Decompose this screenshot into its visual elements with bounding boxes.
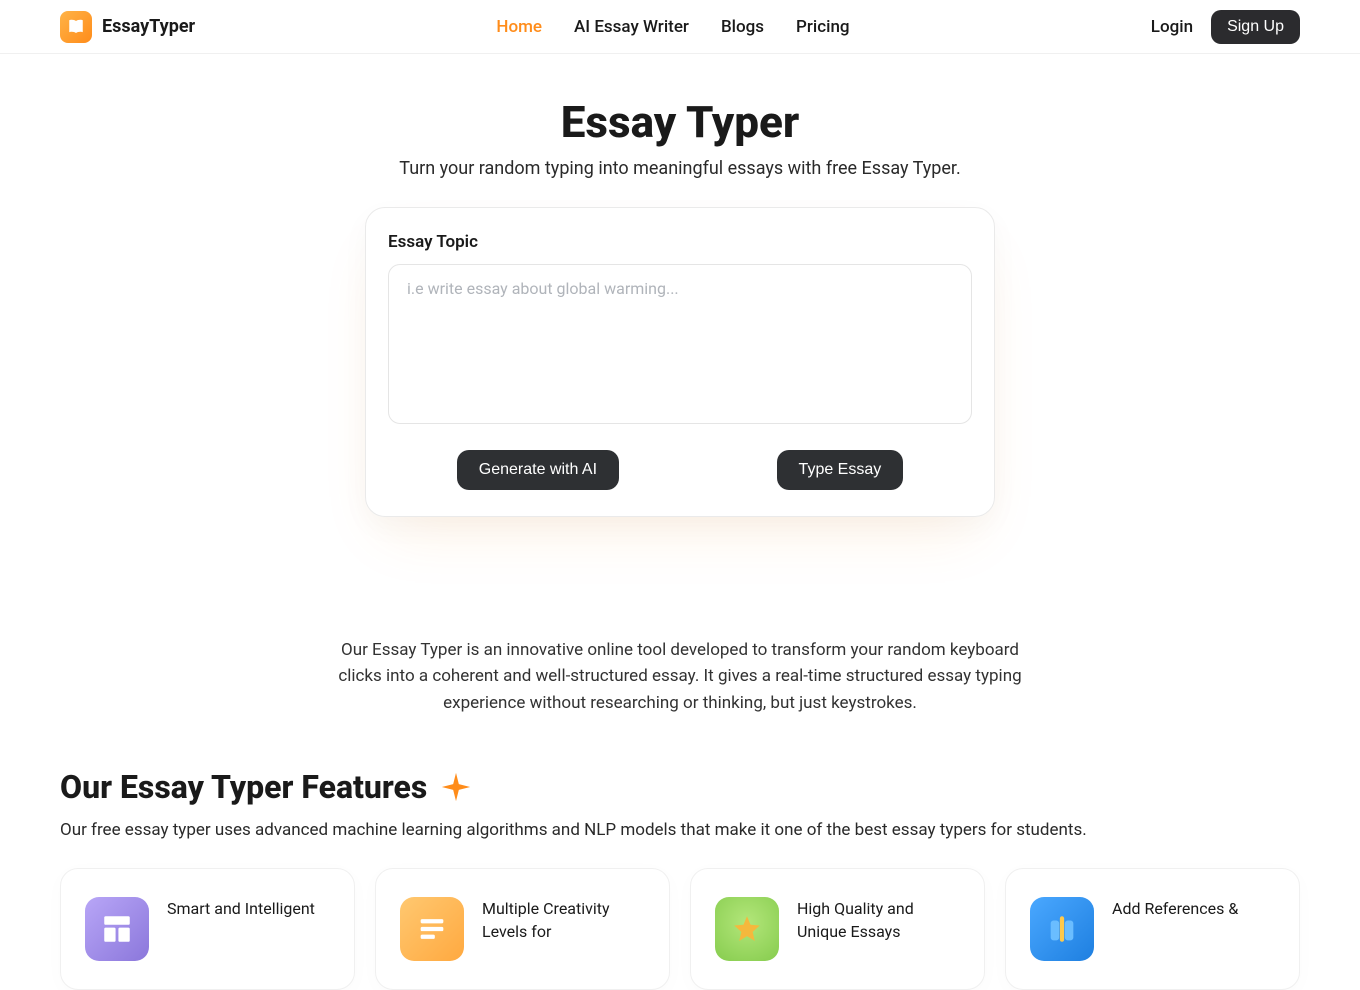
nav-ai-essay-writer[interactable]: AI Essay Writer: [574, 17, 689, 37]
page-title: Essay Typer: [0, 96, 1360, 148]
signup-button[interactable]: Sign Up: [1211, 10, 1300, 44]
primary-nav: Home AI Essay Writer Blogs Pricing: [496, 17, 849, 37]
list-icon: [400, 897, 464, 961]
topic-label: Essay Topic: [388, 232, 972, 252]
brand-name: EssayTyper: [102, 16, 195, 37]
feature-card-quality: High Quality and Unique Essays: [690, 868, 985, 990]
sparkle-icon: [439, 770, 473, 804]
feature-card-creativity: Multiple Creativity Levels for: [375, 868, 670, 990]
feature-title: Smart and Intelligent: [167, 897, 315, 920]
intro-description: Our Essay Typer is an innovative online …: [330, 637, 1030, 716]
feature-title: High Quality and Unique Essays: [797, 897, 960, 943]
feature-card-smart: Smart and Intelligent: [60, 868, 355, 990]
nav-blogs[interactable]: Blogs: [721, 17, 764, 37]
feature-title: Multiple Creativity Levels for: [482, 897, 645, 943]
nav-pricing[interactable]: Pricing: [796, 17, 850, 37]
logo[interactable]: EssayTyper: [60, 11, 195, 43]
features-heading-text: Our Essay Typer Features: [60, 768, 427, 806]
star-icon: [715, 897, 779, 961]
features-heading: Our Essay Typer Features: [60, 768, 1300, 806]
essay-topic-input[interactable]: [388, 264, 972, 424]
features-section: Our Essay Typer Features Our free essay …: [0, 716, 1360, 990]
essay-form-card: Essay Topic Generate with AI Type Essay: [365, 207, 995, 517]
type-essay-button[interactable]: Type Essay: [777, 450, 904, 490]
features-subheading: Our free essay typer uses advanced machi…: [60, 820, 1300, 840]
columns-icon: [1030, 897, 1094, 961]
generate-with-ai-button[interactable]: Generate with AI: [457, 450, 619, 490]
action-buttons: Generate with AI Type Essay: [388, 450, 972, 490]
auth-controls: Login Sign Up: [1151, 10, 1300, 44]
page-subtitle: Turn your random typing into meaningful …: [0, 158, 1360, 179]
layout-icon: [85, 897, 149, 961]
login-link[interactable]: Login: [1151, 17, 1193, 37]
nav-home[interactable]: Home: [496, 17, 542, 37]
feature-title: Add References &: [1112, 897, 1238, 920]
feature-cards-row: Smart and Intelligent Multiple Creativit…: [60, 868, 1300, 990]
feature-card-references: Add References &: [1005, 868, 1300, 990]
book-icon: [60, 11, 92, 43]
header: EssayTyper Home AI Essay Writer Blogs Pr…: [0, 0, 1360, 54]
hero-section: Essay Typer Turn your random typing into…: [0, 54, 1360, 517]
